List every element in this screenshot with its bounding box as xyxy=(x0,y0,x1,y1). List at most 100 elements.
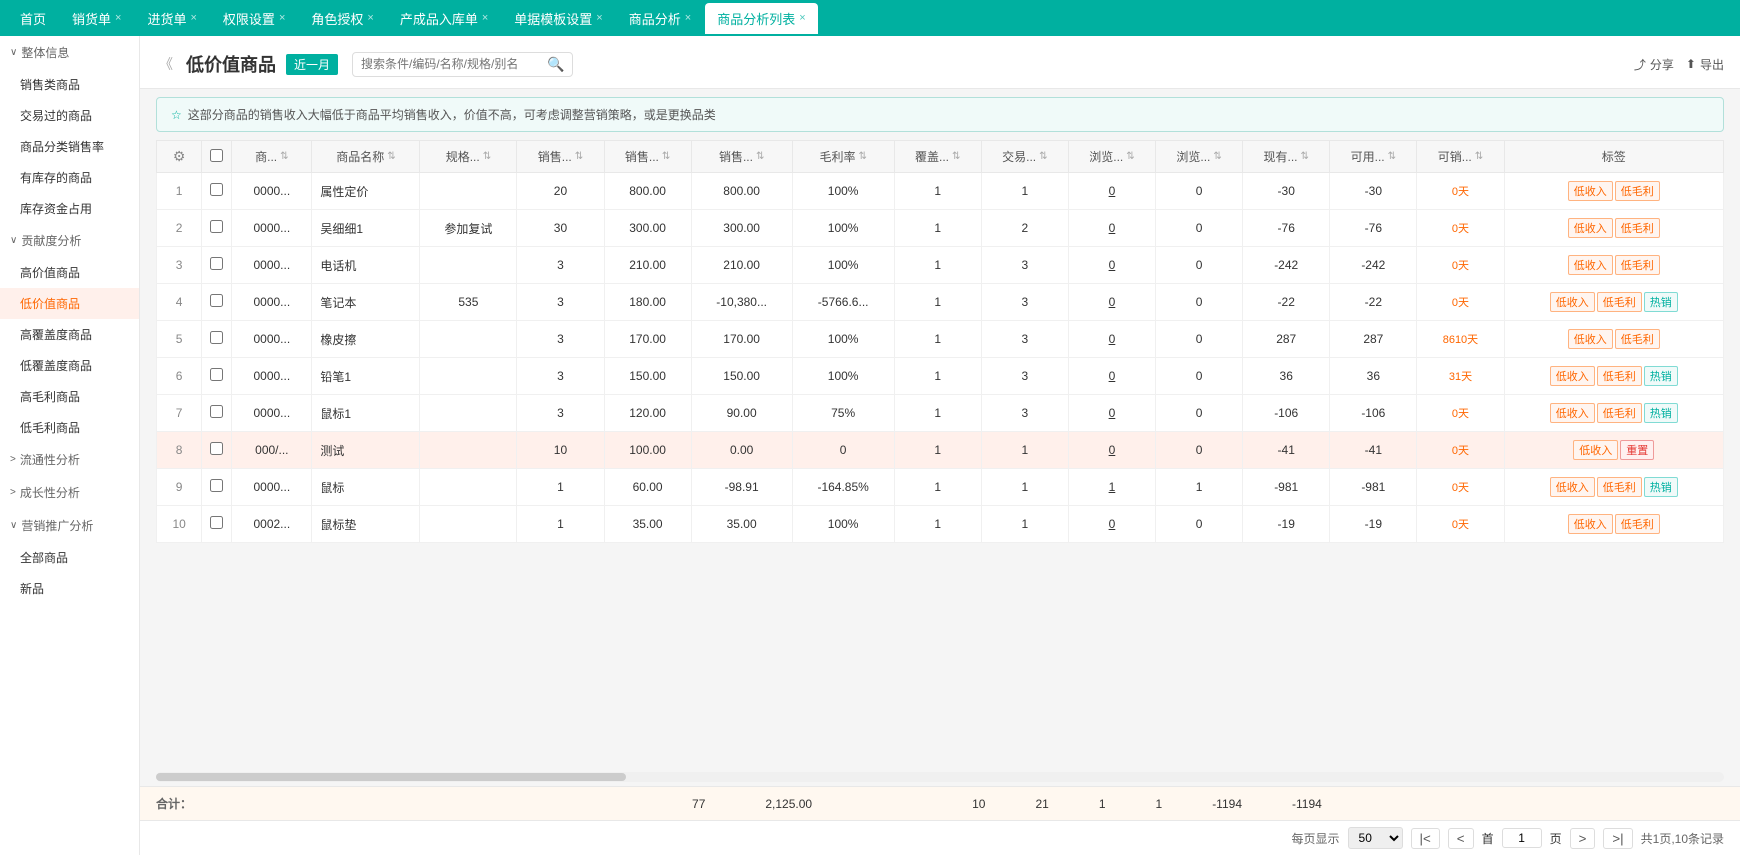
search-icon[interactable]: 🔍 xyxy=(547,56,564,73)
sort-icon-8[interactable]: ⇅ xyxy=(952,151,960,162)
browse-link[interactable]: 0 xyxy=(1109,332,1116,346)
col-gear[interactable]: ⚙ xyxy=(157,141,202,173)
nav-sales-order[interactable]: 销货单 × xyxy=(60,3,133,34)
page-size-select[interactable]: 50 100 xyxy=(1348,827,1403,849)
sidebar-item-low-margin[interactable]: 低毛利商品 xyxy=(0,412,139,443)
row-checkbox-cell[interactable] xyxy=(202,358,232,395)
nav-product-analysis-close[interactable]: × xyxy=(685,12,691,24)
sort-icon-12[interactable]: ⇅ xyxy=(1301,151,1309,162)
sidebar-item-low-coverage[interactable]: 低覆盖度商品 xyxy=(0,350,139,381)
nav-template-settings[interactable]: 单据模板设置 × xyxy=(502,3,614,34)
row-checkbox-cell[interactable] xyxy=(202,432,232,469)
nav-product-inbound-close[interactable]: × xyxy=(482,12,488,24)
scrollbar-thumb[interactable] xyxy=(156,773,626,781)
sidebar-section-overall[interactable]: ∨ 整体信息 xyxy=(0,36,139,69)
table-container[interactable]: ⚙ 商...⇅ 商品名称⇅ 规格...⇅ 销售...⇅ 销售...⇅ 销售...… xyxy=(156,140,1724,772)
sort-icon-13[interactable]: ⇅ xyxy=(1388,151,1396,162)
nav-sales-order-close[interactable]: × xyxy=(115,12,121,24)
horizontal-scrollbar[interactable] xyxy=(156,772,1724,782)
row-checkbox-cell[interactable] xyxy=(202,284,232,321)
sidebar-item-low-value[interactable]: 低价值商品 xyxy=(0,288,139,319)
row-checkbox[interactable] xyxy=(210,405,223,418)
row-checkbox-cell[interactable] xyxy=(202,321,232,358)
browse-link[interactable]: 0 xyxy=(1109,443,1116,457)
row-checkbox[interactable] xyxy=(210,368,223,381)
row-checkbox[interactable] xyxy=(210,220,223,233)
browse-link[interactable]: 1 xyxy=(1109,480,1116,494)
browse-link[interactable]: 0 xyxy=(1109,517,1116,531)
row-browse1[interactable]: 0 xyxy=(1068,395,1155,432)
sidebar-item-all-goods[interactable]: 全部商品 xyxy=(0,542,139,573)
sidebar-section-marketing[interactable]: ∨ 营销推广分析 xyxy=(0,509,139,542)
row-checkbox-cell[interactable] xyxy=(202,469,232,506)
sort-icon-14[interactable]: ⇅ xyxy=(1475,151,1483,162)
browse-link[interactable]: 0 xyxy=(1109,184,1116,198)
row-browse1[interactable]: 0 xyxy=(1068,321,1155,358)
row-browse1[interactable]: 0 xyxy=(1068,173,1155,210)
row-browse1[interactable]: 0 xyxy=(1068,210,1155,247)
browse-link[interactable]: 0 xyxy=(1109,258,1116,272)
sidebar-item-in-stock-goods[interactable]: 有库存的商品 xyxy=(0,162,139,193)
row-checkbox-cell[interactable] xyxy=(202,173,232,210)
browse-link[interactable]: 0 xyxy=(1109,295,1116,309)
nav-product-inbound[interactable]: 产成品入库单 × xyxy=(388,3,500,34)
sort-icon-3[interactable]: ⇅ xyxy=(483,151,491,162)
prev-page-button[interactable]: < xyxy=(1448,828,1474,849)
gear-icon[interactable]: ⚙ xyxy=(173,148,186,164)
row-browse1[interactable]: 0 xyxy=(1068,358,1155,395)
sidebar-section-growth[interactable]: > 成长性分析 xyxy=(0,476,139,509)
row-checkbox-cell[interactable] xyxy=(202,247,232,284)
nav-purchase-order[interactable]: 进货单 × xyxy=(135,3,208,34)
row-checkbox-cell[interactable] xyxy=(202,395,232,432)
sidebar-item-high-coverage[interactable]: 高覆盖度商品 xyxy=(0,319,139,350)
share-button[interactable]: ⤴ 分享 xyxy=(1634,56,1674,73)
sort-icon-6[interactable]: ⇅ xyxy=(756,151,764,162)
nav-product-analysis-list[interactable]: 商品分析列表 × xyxy=(705,3,817,34)
sidebar-item-sales-goods[interactable]: 销售类商品 xyxy=(0,69,139,100)
nav-home[interactable]: 首页 xyxy=(8,3,58,34)
nav-permissions[interactable]: 权限设置 × xyxy=(211,3,297,34)
row-browse1[interactable]: 1 xyxy=(1068,469,1155,506)
row-checkbox[interactable] xyxy=(210,257,223,270)
sidebar-item-high-value[interactable]: 高价值商品 xyxy=(0,257,139,288)
filter-tag-month[interactable]: 近一月 xyxy=(286,54,338,75)
browse-link[interactable]: 0 xyxy=(1109,221,1116,235)
sort-icon[interactable]: ⇅ xyxy=(280,151,288,162)
row-browse1[interactable]: 0 xyxy=(1068,506,1155,543)
sidebar-item-category-sales-rate[interactable]: 商品分类销售率 xyxy=(0,131,139,162)
col-checkbox[interactable] xyxy=(202,141,232,173)
sort-icon-7[interactable]: ⇅ xyxy=(858,151,866,162)
row-browse1[interactable]: 0 xyxy=(1068,247,1155,284)
search-input[interactable] xyxy=(361,57,541,71)
nav-role-auth[interactable]: 角色授权 × xyxy=(299,3,385,34)
last-page-button[interactable]: >| xyxy=(1603,828,1632,849)
sort-icon-9[interactable]: ⇅ xyxy=(1039,151,1047,162)
nav-purchase-order-close[interactable]: × xyxy=(190,12,196,24)
row-browse1[interactable]: 0 xyxy=(1068,284,1155,321)
sidebar-item-high-margin[interactable]: 高毛利商品 xyxy=(0,381,139,412)
nav-permissions-close[interactable]: × xyxy=(279,12,285,24)
sort-icon-10[interactable]: ⇅ xyxy=(1126,151,1134,162)
row-checkbox[interactable] xyxy=(210,294,223,307)
row-checkbox[interactable] xyxy=(210,183,223,196)
next-page-button[interactable]: > xyxy=(1570,828,1596,849)
export-button[interactable]: ⬆ 导出 xyxy=(1686,56,1724,73)
page-number-input[interactable] xyxy=(1502,828,1542,848)
row-browse1[interactable]: 0 xyxy=(1068,432,1155,469)
sidebar-item-new-goods[interactable]: 新品 xyxy=(0,573,139,604)
nav-role-auth-close[interactable]: × xyxy=(367,12,373,24)
nav-template-settings-close[interactable]: × xyxy=(596,12,602,24)
first-page-button[interactable]: |< xyxy=(1411,828,1440,849)
row-checkbox-cell[interactable] xyxy=(202,210,232,247)
row-checkbox[interactable] xyxy=(210,516,223,529)
row-checkbox[interactable] xyxy=(210,442,223,455)
sidebar-section-contribution[interactable]: ∨ 贡献度分析 xyxy=(0,224,139,257)
select-all-checkbox[interactable] xyxy=(210,149,223,162)
sort-icon-2[interactable]: ⇅ xyxy=(387,151,395,162)
browse-link[interactable]: 0 xyxy=(1109,369,1116,383)
sidebar-item-inventory-fund[interactable]: 库存资金占用 xyxy=(0,193,139,224)
nav-product-analysis[interactable]: 商品分析 × xyxy=(617,3,703,34)
row-checkbox-cell[interactable] xyxy=(202,506,232,543)
sidebar-section-circulation[interactable]: > 流通性分析 xyxy=(0,443,139,476)
browse-link[interactable]: 0 xyxy=(1109,406,1116,420)
